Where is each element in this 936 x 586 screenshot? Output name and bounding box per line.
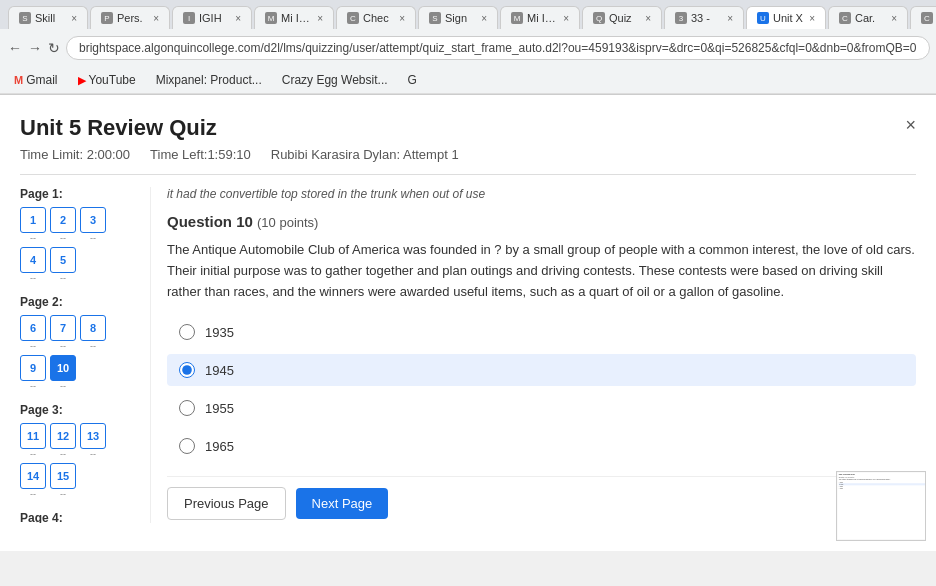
question-status-15: -- — [50, 489, 76, 499]
thumbnail-preview: Unit 5 Review Quiz Question 10 (10 point… — [836, 471, 926, 541]
bookmark-item[interactable]: Crazy Egg Websit... — [276, 71, 394, 89]
close-button[interactable]: × — [905, 115, 916, 136]
radio-1955[interactable] — [179, 400, 195, 416]
question-status-12: -- — [50, 449, 76, 459]
question-status-13: -- — [80, 449, 106, 459]
reload-button[interactable]: ↻ — [48, 35, 60, 61]
sidebar-page-1: Page 1:1--2--3--4--5-- — [20, 187, 142, 283]
question-btn-4[interactable]: 4 — [20, 247, 46, 273]
question-btn-5[interactable]: 5 — [50, 247, 76, 273]
browser-chrome: SSkill×PPers.×IIGIH×MMi Inbo×CChec×SSign… — [0, 0, 936, 95]
question-text: The Antique Automobile Club of America w… — [167, 240, 916, 302]
page-label-2: Page 2: — [20, 295, 142, 309]
browser-tab[interactable]: CCar.× — [828, 6, 908, 29]
browser-tab[interactable]: CChec× — [336, 6, 416, 29]
question-btn-13[interactable]: 13 — [80, 423, 106, 449]
browser-tab[interactable]: QQuiz× — [582, 6, 662, 29]
bookmark-item[interactable]: Mixpanel: Product... — [150, 71, 268, 89]
nav-buttons: Previous Page Next Page Page 2 of 4 — [167, 476, 916, 520]
browser-tab[interactable]: IIGIH× — [172, 6, 252, 29]
answer-label-1945: 1945 — [205, 363, 234, 378]
question-status-11: -- — [20, 449, 46, 459]
question-status-5: -- — [50, 273, 76, 283]
question-btn-15[interactable]: 15 — [50, 463, 76, 489]
nav-bar: ← → ↻ brightspace.algonquincollege.com/d… — [0, 29, 936, 67]
browser-tab[interactable]: 333 -× — [664, 6, 744, 29]
bookmarks-bar: M Gmail ▶ YouTube Mixpanel: Product... Craz… — [0, 67, 936, 94]
question-btn-6[interactable]: 6 — [20, 315, 46, 341]
answer-options: 1935 1945 1955 1965 — [167, 316, 916, 462]
radio-1935[interactable] — [179, 324, 195, 340]
question-status-7: -- — [50, 341, 76, 351]
question-status-14: -- — [20, 489, 46, 499]
next-button[interactable]: Next Page — [296, 488, 389, 519]
answer-option-1965[interactable]: 1965 — [167, 430, 916, 462]
radio-1965[interactable] — [179, 438, 195, 454]
browser-tab[interactable]: MMi Inbo× — [500, 6, 580, 29]
content-area: it had the convertible top stored in the… — [150, 187, 916, 523]
quiz-header: Unit 5 Review Quiz Time Limit: 2:00:00 T… — [20, 115, 916, 175]
question-btn-10[interactable]: 10 — [50, 355, 76, 381]
question-btn-14[interactable]: 14 — [20, 463, 46, 489]
page-label-4: Page 4: — [20, 511, 142, 523]
question-status-6: -- — [20, 341, 46, 351]
browser-tab[interactable]: CCour× — [910, 6, 936, 29]
answer-label-1965: 1965 — [205, 439, 234, 454]
question-btn-8[interactable]: 8 — [80, 315, 106, 341]
answer-label-1935: 1935 — [205, 325, 234, 340]
question-btn-2[interactable]: 2 — [50, 207, 76, 233]
sidebar-page-3: Page 3:11--12--13--14--15-- — [20, 403, 142, 499]
address-text: brightspace.algonquincollege.com/d2l/lms… — [79, 41, 917, 55]
quiz-container: Unit 5 Review Quiz Time Limit: 2:00:00 T… — [0, 95, 936, 551]
browser-tab[interactable]: SSign× — [418, 6, 498, 29]
question-btn-11[interactable]: 11 — [20, 423, 46, 449]
browser-tab[interactable]: MMi Inbo× — [254, 6, 334, 29]
scrolled-text: it had the convertible top stored in the… — [167, 187, 916, 201]
radio-1945[interactable] — [179, 362, 195, 378]
prev-button[interactable]: Previous Page — [167, 487, 286, 520]
question-status-4: -- — [20, 273, 46, 283]
sidebar-page-2: Page 2:6--7--8--9--10-- — [20, 295, 142, 391]
question-btn-9[interactable]: 9 — [20, 355, 46, 381]
question-btn-12[interactable]: 12 — [50, 423, 76, 449]
answer-option-1955[interactable]: 1955 — [167, 392, 916, 424]
page-label-3: Page 3: — [20, 403, 142, 417]
quiz-body: Page 1:1--2--3--4--5--Page 2:6--7--8--9-… — [20, 187, 916, 523]
answer-label-1955: 1955 — [205, 401, 234, 416]
question-status-3: -- — [80, 233, 106, 243]
sidebar: Page 1:1--2--3--4--5--Page 2:6--7--8--9-… — [20, 187, 150, 523]
quiz-title: Unit 5 Review Quiz — [20, 115, 916, 141]
student-info: Rubibi Karasira Dylan: Attempt 1 — [271, 147, 459, 162]
browser-tab[interactable]: SSkill× — [8, 6, 88, 29]
time-limit: Time Limit: 2:00:00 — [20, 147, 130, 162]
answer-option-1935[interactable]: 1935 — [167, 316, 916, 348]
bookmark-gmail[interactable]: M Gmail — [8, 71, 64, 89]
browser-tab[interactable]: PPers.× — [90, 6, 170, 29]
question-status-1: -- — [20, 233, 46, 243]
forward-button[interactable]: → — [28, 35, 42, 61]
question-btn-7[interactable]: 7 — [50, 315, 76, 341]
question-status-8: -- — [80, 341, 106, 351]
tab-bar: SSkill×PPers.×IIGIH×MMi Inbo×CChec×SSign… — [0, 0, 936, 29]
main-area: Unit 5 Review Quiz Time Limit: 2:00:00 T… — [0, 95, 936, 551]
question-status-2: -- — [50, 233, 76, 243]
time-left: Time Left:1:59:10 — [150, 147, 251, 162]
address-bar[interactable]: brightspace.algonquincollege.com/d2l/lms… — [66, 36, 930, 60]
browser-tab[interactable]: UUnit X× — [746, 6, 826, 29]
quiz-meta: Time Limit: 2:00:00 Time Left:1:59:10 Ru… — [20, 147, 916, 162]
sidebar-page-4: Page 4:16--17--18--19--20-- — [20, 511, 142, 523]
question-status-9: -- — [20, 381, 46, 391]
question-title: Question 10 (10 points) — [167, 213, 916, 230]
bookmark-youtube[interactable]: ▶ YouTube — [72, 71, 142, 89]
back-button[interactable]: ← — [8, 35, 22, 61]
answer-option-1945[interactable]: 1945 — [167, 354, 916, 386]
question-status-10: -- — [50, 381, 76, 391]
bookmark-item[interactable]: G — [402, 71, 423, 89]
page-label-1: Page 1: — [20, 187, 142, 201]
question-btn-3[interactable]: 3 — [80, 207, 106, 233]
question-btn-1[interactable]: 1 — [20, 207, 46, 233]
